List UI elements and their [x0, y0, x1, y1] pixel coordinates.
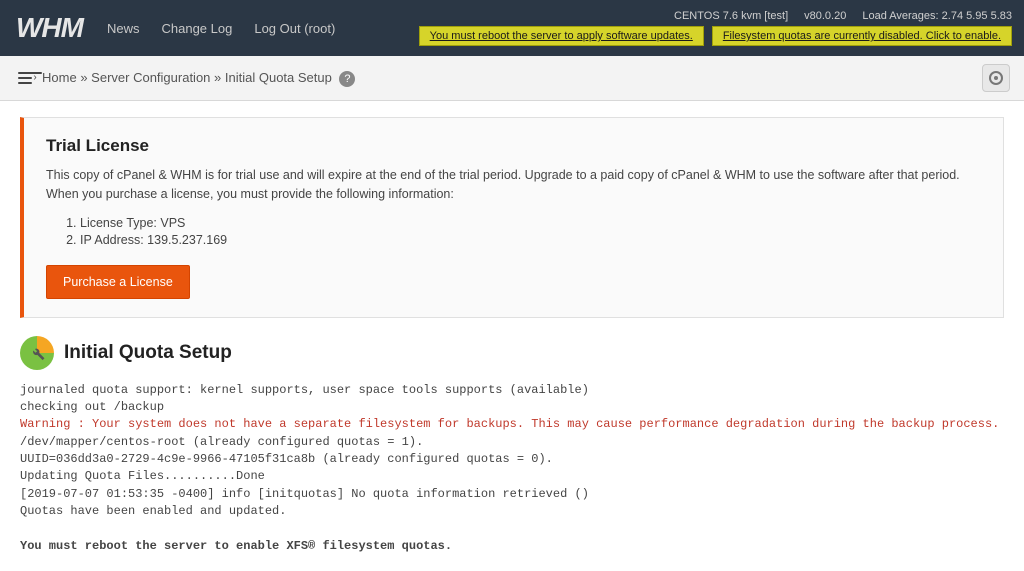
alerts-row: You must reboot the server to apply soft… [419, 26, 1012, 46]
console-output: journaled quota support: kernel supports… [20, 382, 1004, 556]
list-item: IP Address: 139.5.237.169 [80, 233, 981, 247]
menu-toggle-icon[interactable]: › [14, 70, 36, 86]
notice-body: This copy of cPanel & WHM is for trial u… [46, 166, 981, 204]
content-area: Trial License This copy of cPanel & WHM … [0, 101, 1024, 571]
nav-logout[interactable]: Log Out (root) [254, 21, 335, 36]
alert-reboot[interactable]: You must reboot the server to apply soft… [419, 26, 704, 46]
crumb-home[interactable]: Home [42, 70, 77, 85]
version-label: v80.0.20 [804, 10, 846, 22]
help-icon[interactable]: ? [339, 71, 355, 87]
header-left: WHM News Change Log Log Out (root) [16, 12, 335, 44]
page-title: Initial Quota Setup [64, 342, 232, 364]
purchase-license-button[interactable]: Purchase a License [46, 265, 190, 299]
crumb-sep: » [80, 70, 87, 85]
fullscreen-icon[interactable] [982, 64, 1010, 92]
list-item: License Type: VPS [80, 216, 981, 230]
notice-title: Trial License [46, 136, 981, 156]
crumb-sep: » [214, 70, 221, 85]
breadcrumb-left: › Home » Server Configuration » Initial … [14, 70, 355, 87]
nav-links: News Change Log Log Out (root) [107, 21, 335, 36]
top-status-area: CENTOS 7.6 kvm [test] v80.0.20 Load Aver… [419, 0, 1012, 56]
breadcrumb: Home » Server Configuration » Initial Qu… [42, 70, 355, 87]
os-label: CENTOS 7.6 kvm [test] [674, 10, 788, 22]
nav-news[interactable]: News [107, 21, 140, 36]
whm-logo[interactable]: WHM [16, 12, 83, 44]
trial-license-box: Trial License This copy of cPanel & WHM … [20, 117, 1004, 318]
page-header: Initial Quota Setup [20, 336, 1004, 370]
load-averages: Load Averages: 2.74 5.95 5.83 [862, 10, 1012, 22]
nav-changelog[interactable]: Change Log [162, 21, 233, 36]
notice-list: License Type: VPS IP Address: 139.5.237.… [46, 216, 981, 247]
breadcrumb-bar: › Home » Server Configuration » Initial … [0, 56, 1024, 101]
quota-setup-icon [20, 336, 54, 370]
alert-quotas[interactable]: Filesystem quotas are currently disabled… [712, 26, 1012, 46]
crumb-page: Initial Quota Setup [225, 70, 332, 85]
status-line: CENTOS 7.6 kvm [test] v80.0.20 Load Aver… [674, 10, 1012, 22]
crumb-section[interactable]: Server Configuration [91, 70, 210, 85]
